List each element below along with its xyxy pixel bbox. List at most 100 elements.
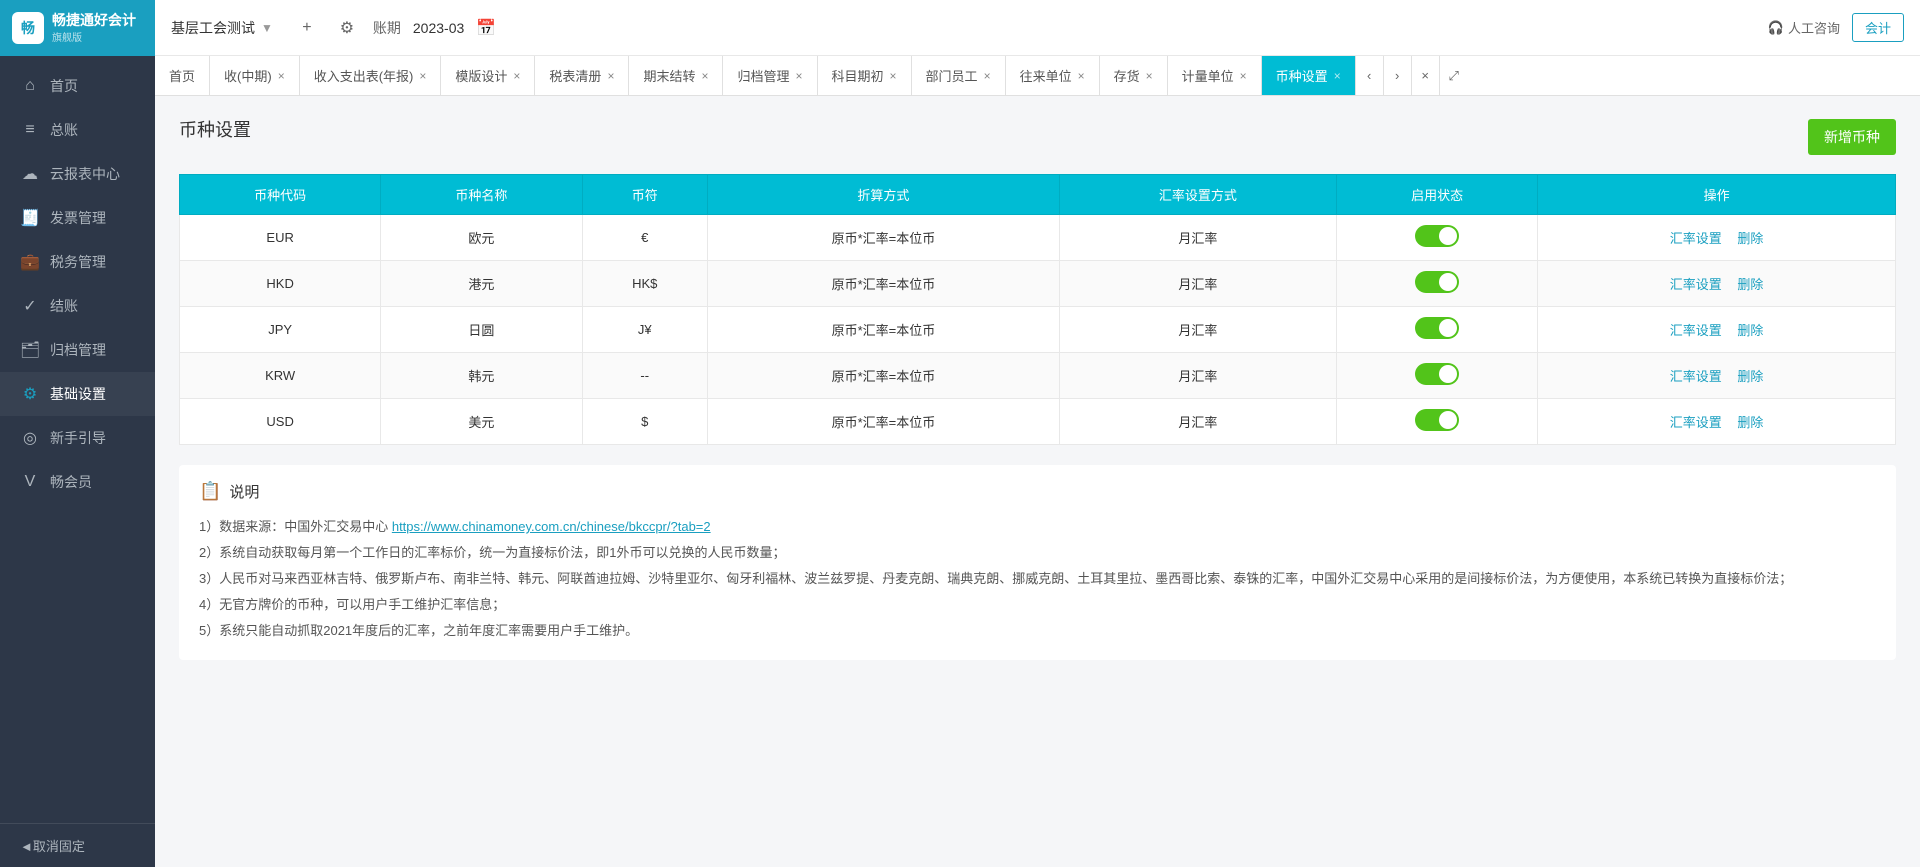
rate-setting-link[interactable]: 汇率设置 xyxy=(1670,369,1722,384)
cell-rate-method: 月汇率 xyxy=(1059,399,1336,445)
toggle-switch[interactable] xyxy=(1415,317,1459,339)
sidebar-item-ledger[interactable]: ≡ 总账 xyxy=(0,108,155,152)
app-logo: 畅 畅捷通好会计 旗舰版 xyxy=(0,0,155,56)
close-icon[interactable]: × xyxy=(419,69,426,83)
tab-currency[interactable]: 币种设置 × xyxy=(1262,56,1356,96)
toggle-switch[interactable] xyxy=(1415,271,1459,293)
cell-code: EUR xyxy=(180,215,381,261)
close-icon[interactable]: × xyxy=(1146,69,1153,83)
cell-name: 韩元 xyxy=(381,353,582,399)
tab-subjects[interactable]: 科目期初 × xyxy=(818,56,912,96)
sidebar-item-settle[interactable]: ✓ 结账 xyxy=(0,284,155,328)
delete-link[interactable]: 删除 xyxy=(1737,277,1763,292)
new-currency-btn[interactable]: 新增币种 xyxy=(1808,119,1896,155)
table-row: JPY 日圆 J¥ 原币*汇率=本位币 月汇率 汇率设置 删除 xyxy=(180,307,1896,353)
toggle-circle xyxy=(1439,411,1457,429)
sidebar-item-home[interactable]: ⌂ 首页 xyxy=(0,64,155,108)
app-name: 畅捷通好会计 xyxy=(52,12,136,29)
close-icon[interactable]: × xyxy=(607,69,614,83)
rate-setting-link[interactable]: 汇率设置 xyxy=(1670,415,1722,430)
tab-home[interactable]: 首页 xyxy=(155,56,210,96)
col-name: 币种名称 xyxy=(381,175,582,215)
tab-dept[interactable]: 部门员工 × xyxy=(912,56,1006,96)
tab-label: 期末结转 xyxy=(643,66,695,85)
company-selector[interactable]: 基层工会测试 ▼ xyxy=(171,18,273,38)
tab-template[interactable]: 模版设计 × xyxy=(441,56,535,96)
consult-btn[interactable]: 🎧 人工咨询 xyxy=(1768,18,1840,37)
tab-inventory[interactable]: 存货 × xyxy=(1100,56,1168,96)
cell-status xyxy=(1336,215,1537,261)
close-icon[interactable]: × xyxy=(890,69,897,83)
tab-partner[interactable]: 往来单位 × xyxy=(1006,56,1100,96)
close-icon[interactable]: × xyxy=(513,69,520,83)
close-icon[interactable]: × xyxy=(701,69,708,83)
close-icon[interactable]: × xyxy=(796,69,803,83)
close-icon[interactable]: × xyxy=(1078,69,1085,83)
tab-yearend[interactable]: 期末结转 × xyxy=(629,56,723,96)
tab-income[interactable]: 收入支出表(年报) × xyxy=(300,56,442,96)
tab-label: 模版设计 xyxy=(455,66,507,85)
toggle-switch[interactable] xyxy=(1415,409,1459,431)
top-header: 基层工会测试 ▼ + ⚙ 账期 2023-03 📅 🎧 人工咨询 会计 xyxy=(155,0,1920,56)
delete-link[interactable]: 删除 xyxy=(1737,369,1763,384)
add-company-btn[interactable]: + xyxy=(293,14,321,42)
tab-close-all-btn[interactable]: × xyxy=(1412,56,1440,96)
col-status: 启用状态 xyxy=(1336,175,1537,215)
close-icon[interactable]: × xyxy=(1240,69,1247,83)
tab-expand-btn[interactable]: ⤢ xyxy=(1440,56,1468,96)
header-right: 🎧 人工咨询 会计 xyxy=(1768,13,1904,42)
settings-btn[interactable]: ⚙ xyxy=(333,14,361,42)
close-icon[interactable]: × xyxy=(278,69,285,83)
col-rate-method: 汇率设置方式 xyxy=(1059,175,1336,215)
rate-setting-link[interactable]: 汇率设置 xyxy=(1670,231,1722,246)
cell-code: HKD xyxy=(180,261,381,307)
tab-tax[interactable]: 税表清册 × xyxy=(535,56,629,96)
toggle-switch[interactable] xyxy=(1415,225,1459,247)
sidebar-item-label: 基础设置 xyxy=(50,384,106,404)
cell-actions: 汇率设置 删除 xyxy=(1538,399,1896,445)
close-icon[interactable]: × xyxy=(984,69,991,83)
consult-label: 人工咨询 xyxy=(1788,18,1840,37)
guide-icon: ◎ xyxy=(20,428,40,448)
delete-link[interactable]: 删除 xyxy=(1737,231,1763,246)
tab-label: 计量单位 xyxy=(1182,66,1234,85)
toggle-switch[interactable] xyxy=(1415,363,1459,385)
sidebar-item-settings[interactable]: ⚙ 基础设置 xyxy=(0,372,155,416)
sidebar-item-guide[interactable]: ◎ 新手引导 xyxy=(0,416,155,460)
cancel-fixed-btn[interactable]: ◄取消固定 xyxy=(0,823,155,867)
app-edition: 旗舰版 xyxy=(52,29,136,44)
cell-calc: 原币*汇率=本位币 xyxy=(707,307,1059,353)
delete-link[interactable]: 删除 xyxy=(1737,323,1763,338)
sidebar-item-label: 结账 xyxy=(50,296,78,316)
close-icon[interactable]: × xyxy=(1334,69,1341,83)
notice-list: 1）数据来源：中国外汇交易中心 https://www.chinamoney.c… xyxy=(199,514,1876,644)
notice-link[interactable]: https://www.chinamoney.com.cn/chinese/bk… xyxy=(392,519,711,534)
sidebar-nav: ⌂ 首页 ≡ 总账 ☁ 云报表中心 🧾 发票管理 💼 税务管理 ✓ 结账 🗂 归… xyxy=(0,56,155,823)
sidebar-item-vip[interactable]: V 畅会员 xyxy=(0,460,155,504)
account-btn[interactable]: 会计 xyxy=(1852,13,1904,42)
tab-period[interactable]: 收(中期) × xyxy=(210,56,300,96)
page-content: 币种设置 新增币种 币种代码 币种名称 币符 折算方式 汇率设置方式 启用状态 … xyxy=(155,96,1920,867)
sidebar-item-reports[interactable]: ☁ 云报表中心 xyxy=(0,152,155,196)
table-row: HKD 港元 HK$ 原币*汇率=本位币 月汇率 汇率设置 删除 xyxy=(180,261,1896,307)
tab-archive[interactable]: 归档管理 × xyxy=(723,56,817,96)
delete-link[interactable]: 删除 xyxy=(1737,415,1763,430)
rate-setting-link[interactable]: 汇率设置 xyxy=(1670,323,1722,338)
tab-prev-btn[interactable]: ‹ xyxy=(1356,56,1384,96)
rate-setting-link[interactable]: 汇率设置 xyxy=(1670,277,1722,292)
sidebar-item-archive[interactable]: 🗂 归档管理 xyxy=(0,328,155,372)
cell-calc: 原币*汇率=本位币 xyxy=(707,215,1059,261)
sidebar-item-tax[interactable]: 💼 税务管理 xyxy=(0,240,155,284)
main-content: 基层工会测试 ▼ + ⚙ 账期 2023-03 📅 🎧 人工咨询 会计 首页 收… xyxy=(155,0,1920,867)
calendar-icon[interactable]: 📅 xyxy=(476,18,496,38)
sidebar-item-invoice[interactable]: 🧾 发票管理 xyxy=(0,196,155,240)
notice-item: 3）人民币对马来西亚林吉特、俄罗斯卢布、南非兰特、韩元、阿联酋迪拉姆、沙特里亚尔… xyxy=(199,566,1876,592)
cell-symbol: J¥ xyxy=(582,307,707,353)
header-actions: + ⚙ xyxy=(293,14,361,42)
tab-bar: 首页 收(中期) × 收入支出表(年报) × 模版设计 × 税表清册 × 期末结… xyxy=(155,56,1920,96)
sidebar-item-label: 总账 xyxy=(50,120,78,140)
notice-item: 1）数据来源：中国外汇交易中心 https://www.chinamoney.c… xyxy=(199,514,1876,540)
toggle-circle xyxy=(1439,273,1457,291)
tab-next-btn[interactable]: › xyxy=(1384,56,1412,96)
tab-unit[interactable]: 计量单位 × xyxy=(1168,56,1262,96)
